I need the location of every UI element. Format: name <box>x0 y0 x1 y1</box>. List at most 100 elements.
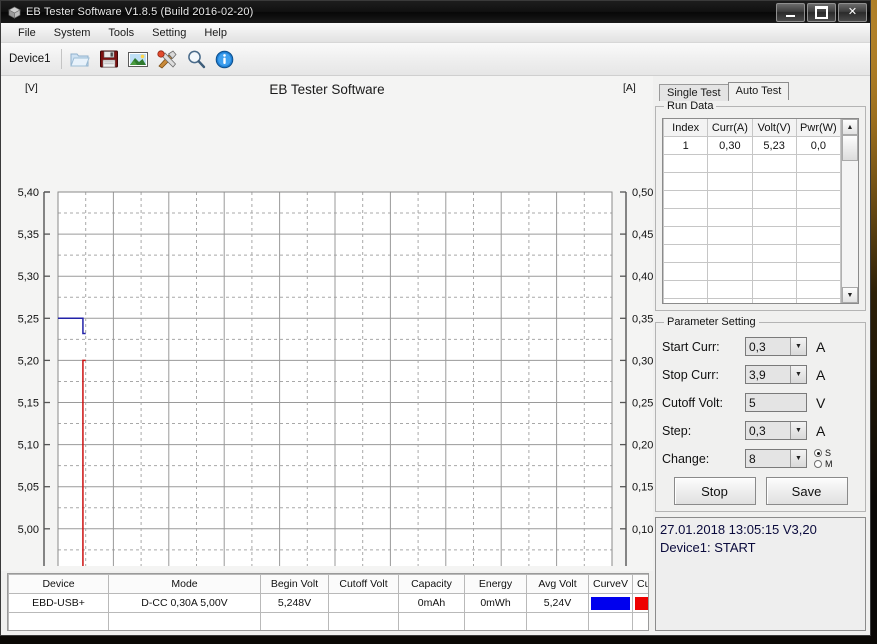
change-combo[interactable]: 8 ▼ <box>745 449 807 468</box>
chevron-down-icon[interactable]: ▼ <box>790 338 806 355</box>
radio-minutes-icon[interactable] <box>814 460 822 468</box>
tab-single-test[interactable]: Single Test <box>659 84 729 101</box>
app-cube-icon <box>6 5 22 19</box>
save-button[interactable] <box>96 46 122 72</box>
summary-table: Device Mode Begin Volt Cutoff Volt Capac… <box>7 573 649 631</box>
svg-text:5,20: 5,20 <box>18 355 39 367</box>
table-row-empty[interactable] <box>663 154 841 173</box>
table-row-empty[interactable] <box>663 172 841 191</box>
menu-file[interactable]: File <box>9 25 45 41</box>
run-cell-empty <box>663 172 709 191</box>
menu-system[interactable]: System <box>45 25 100 41</box>
table-row-empty[interactable] <box>663 280 841 299</box>
chevron-down-icon[interactable]: ▼ <box>790 366 806 383</box>
cutoff-volt-input[interactable]: 5 <box>745 393 807 412</box>
scrollbar-track[interactable] <box>842 135 858 287</box>
table-row-empty[interactable] <box>663 208 841 227</box>
chevron-down-icon[interactable]: ▼ <box>790 422 806 439</box>
scrollbar-thumb[interactable] <box>842 135 858 161</box>
content-area: EB Tester Software [V] [A] ZKETECH 5,400… <box>1 76 870 635</box>
svg-text:0,15: 0,15 <box>632 482 653 494</box>
step-value: 0,3 <box>749 423 766 438</box>
step-unit: A <box>816 422 826 439</box>
cell-empty <box>588 612 633 630</box>
tools-button[interactable] <box>154 46 180 72</box>
about-button[interactable] <box>212 46 238 72</box>
change-unit-radio-group: S M <box>814 448 833 469</box>
scroll-up-arrow-icon[interactable]: ▲ <box>842 119 858 135</box>
run-cell-empty <box>707 226 753 245</box>
toolbar-separator <box>60 49 62 69</box>
stop-button[interactable]: Stop <box>673 477 756 505</box>
stop-curr-unit: A <box>816 366 826 383</box>
run-data-group: Run Data Index Curr(A) Volt(V) Pwr(W) 1 … <box>655 100 866 311</box>
run-cell-empty <box>751 208 797 227</box>
svg-text:5,00: 5,00 <box>18 524 39 536</box>
run-cell-empty <box>663 190 709 209</box>
table-row[interactable]: EBD-USB+ D-CC 0,30A 5,00V 5,248V 0mAh 0m… <box>8 593 648 613</box>
radio-seconds[interactable]: S <box>814 448 833 458</box>
run-cell-empty <box>751 190 797 209</box>
run-cell-empty <box>751 226 797 245</box>
start-curr-combo[interactable]: 0,3 ▼ <box>745 337 807 356</box>
svg-text:0,10: 0,10 <box>632 524 653 536</box>
summary-col-curve-v: CurveV <box>588 574 633 594</box>
table-row-empty[interactable] <box>663 190 841 209</box>
radio-seconds-label: S <box>825 448 832 458</box>
summary-col-capacity: Capacity <box>398 574 465 594</box>
cell-empty <box>260 612 329 630</box>
log-output[interactable]: 27.01.2018 13:05:15 V3,20 Device1: START <box>655 517 866 631</box>
run-cell-empty <box>663 280 709 299</box>
open-button[interactable] <box>67 46 93 72</box>
cell-device: EBD-USB+ <box>8 593 109 613</box>
tab-auto-test[interactable]: Auto Test <box>727 82 790 100</box>
table-row[interactable]: 1 0,30 5,23 0,0 <box>663 136 841 155</box>
radio-seconds-icon[interactable] <box>814 449 822 457</box>
cell-curve-a-swatch[interactable] <box>632 593 648 613</box>
toolbar-device-label: Device1 <box>9 53 51 65</box>
screenshot-button[interactable] <box>125 46 151 72</box>
cell-empty <box>464 612 527 630</box>
zoom-button[interactable] <box>183 46 209 72</box>
run-cell-empty <box>663 244 709 263</box>
run-cell-pwr: 0,0 <box>795 136 841 155</box>
title-bar: EB Tester Software V1.8.5 (Build 2016-02… <box>1 1 870 23</box>
step-label: Step: <box>662 423 692 438</box>
change-value: 8 <box>749 451 756 466</box>
chart[interactable]: EB Tester Software [V] [A] ZKETECH 5,400… <box>1 76 653 571</box>
cell-curve-v-swatch[interactable] <box>588 593 633 613</box>
table-row-empty[interactable] <box>663 298 841 303</box>
chart-canvas: 5,40 0,50 5,35 0,45 5,30 0,40 5,25 0,35 5,20 0,30… <box>18 187 653 566</box>
run-cell-empty <box>751 172 797 191</box>
table-row-empty[interactable] <box>663 244 841 263</box>
menu-setting[interactable]: Setting <box>143 25 195 41</box>
cell-avg-volt: 5,24V <box>526 593 589 613</box>
stop-curr-combo[interactable]: 3,9 ▼ <box>745 365 807 384</box>
menu-tools[interactable]: Tools <box>99 25 143 41</box>
run-data-grid[interactable]: Index Curr(A) Volt(V) Pwr(W) 1 0,30 5,23… <box>662 118 859 304</box>
run-col-curr: Curr(A) <box>707 119 753 137</box>
maximize-button[interactable] <box>807 3 836 22</box>
table-row-empty[interactable] <box>663 262 841 281</box>
svg-text:0,25: 0,25 <box>632 398 653 410</box>
cell-energy: 0mWh <box>464 593 527 613</box>
scroll-down-arrow-icon[interactable]: ▼ <box>842 287 858 303</box>
save-button[interactable]: Save <box>765 477 848 505</box>
chart-pane: EB Tester Software [V] [A] ZKETECH 5,400… <box>1 76 653 635</box>
close-button[interactable]: ✕ <box>838 3 867 22</box>
table-row-empty[interactable] <box>8 612 648 630</box>
radio-minutes[interactable]: M <box>814 459 833 469</box>
run-data-scrollbar[interactable]: ▲ ▼ <box>841 119 858 303</box>
menu-help[interactable]: Help <box>195 25 236 41</box>
step-combo[interactable]: 0,3 ▼ <box>745 421 807 440</box>
cell-empty <box>632 612 648 630</box>
svg-text:0,35: 0,35 <box>632 313 653 325</box>
run-cell-empty <box>751 244 797 263</box>
chevron-down-icon[interactable]: ▼ <box>790 450 806 467</box>
run-data-table-viewport: Index Curr(A) Volt(V) Pwr(W) 1 0,30 5,23… <box>663 119 841 303</box>
curve-v-color-swatch <box>591 596 630 610</box>
run-cell-volt: 5,23 <box>751 136 797 155</box>
minimize-button[interactable] <box>776 3 805 22</box>
table-row-empty[interactable] <box>663 226 841 245</box>
cutoff-volt-label: Cutoff Volt: <box>662 395 723 410</box>
